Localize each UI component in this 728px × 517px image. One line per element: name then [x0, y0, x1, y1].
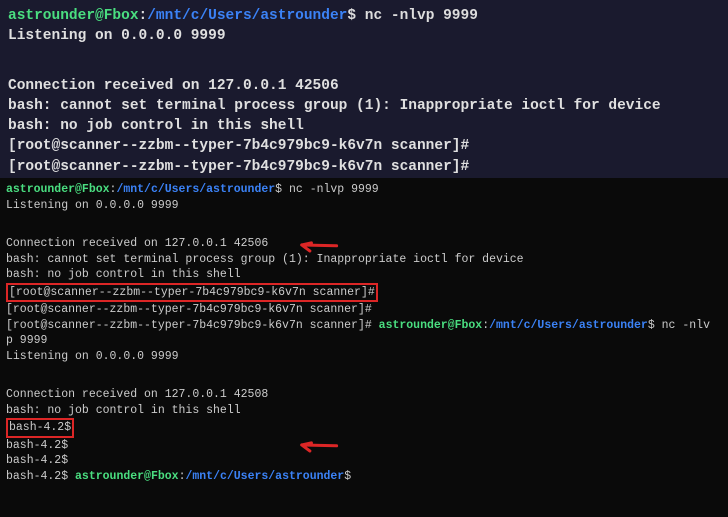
path: /mnt/c/Users/astrounder: [489, 319, 648, 332]
connection-output: Connection received on 127.0.0.1 42506: [8, 76, 720, 96]
scanner-prompt-3[interactable]: [root@scanner--zzbm--typer-7b4c979bc9-k6…: [6, 302, 722, 318]
scanner-prompt-2[interactable]: [root@scanner--zzbm--typer-7b4c979bc9-k6…: [8, 157, 720, 177]
scanner-prompt-1[interactable]: [root@scanner--zzbm--typer-7b4c979bc9-k6…: [8, 136, 720, 156]
bash-error-5: bash: no job control in this shell: [6, 403, 722, 419]
bash-prompt-4: bash-4.2$: [6, 470, 68, 483]
prompt-symbol: $: [275, 183, 282, 196]
listening-output-3: Listening on 0.0.0.0 9999: [6, 349, 722, 365]
user-host: astrounder@Fbox: [6, 183, 110, 196]
prompt-symbol: $: [648, 319, 655, 332]
bash-error-3: bash: cannot set terminal process group …: [6, 252, 722, 268]
red-highlight-box-2: bash-4.2$: [6, 418, 74, 438]
prompt-line-1[interactable]: astrounder@Fbox:/mnt/c/Users/astrounder$…: [8, 6, 720, 26]
bash-error-2: bash: no job control in this shell: [8, 116, 720, 136]
command-text: nc -nlvp 9999: [289, 183, 379, 196]
connection-output-3: Connection received on 127.0.0.1 42508: [6, 387, 722, 403]
connection-output-2: Connection received on 127.0.0.1 42506: [6, 236, 722, 252]
bash-prompt-2[interactable]: bash-4.2$: [6, 438, 722, 454]
user-host-final: astrounder@Fbox: [75, 470, 179, 483]
final-prompt-line[interactable]: bash-4.2$ astrounder@Fbox:/mnt/c/Users/a…: [6, 469, 722, 485]
bash-prompt-3[interactable]: bash-4.2$: [6, 453, 722, 469]
terminal-top-panel: astrounder@Fbox:/mnt/c/Users/astrounder$…: [0, 0, 728, 178]
user-host: astrounder@Fbox: [379, 319, 483, 332]
user-host: astrounder@Fbox: [8, 8, 139, 24]
bash-error-1: bash: cannot set terminal process group …: [8, 96, 720, 116]
prompt-symbol: $: [347, 8, 356, 24]
terminal-bottom-panel: astrounder@Fbox:/mnt/c/Users/astrounder$…: [0, 178, 728, 517]
scanner-prompt-with-cmd[interactable]: [root@scanner--zzbm--typer-7b4c979bc9-k6…: [6, 318, 722, 334]
bash-prompt-boxed-line[interactable]: bash-4.2$: [6, 418, 722, 438]
path: /mnt/c/Users/astrounder: [147, 8, 347, 24]
red-highlight-box-1: [root@scanner--zzbm--typer-7b4c979bc9-k6…: [6, 283, 378, 303]
listening-output: Listening on 0.0.0.0 9999: [8, 26, 720, 46]
prompt-symbol-final: $: [344, 470, 351, 483]
prompt-line-2[interactable]: astrounder@Fbox:/mnt/c/Users/astrounder$…: [6, 182, 722, 198]
command-text: nc -nlvp 9999: [365, 8, 478, 24]
scanner-prompt-4: [root@scanner--zzbm--typer-7b4c979bc9-k6…: [6, 319, 372, 332]
listening-output-2: Listening on 0.0.0.0 9999: [6, 198, 722, 214]
path-final: /mnt/c/Users/astrounder: [185, 470, 344, 483]
command-text-2: nc -nlv: [662, 319, 710, 332]
command-wrap: p 9999: [6, 333, 722, 349]
path: /mnt/c/Users/astrounder: [116, 183, 275, 196]
scanner-prompt-boxed-line[interactable]: [root@scanner--zzbm--typer-7b4c979bc9-k6…: [6, 283, 722, 303]
bash-error-4: bash: no job control in this shell: [6, 267, 722, 283]
